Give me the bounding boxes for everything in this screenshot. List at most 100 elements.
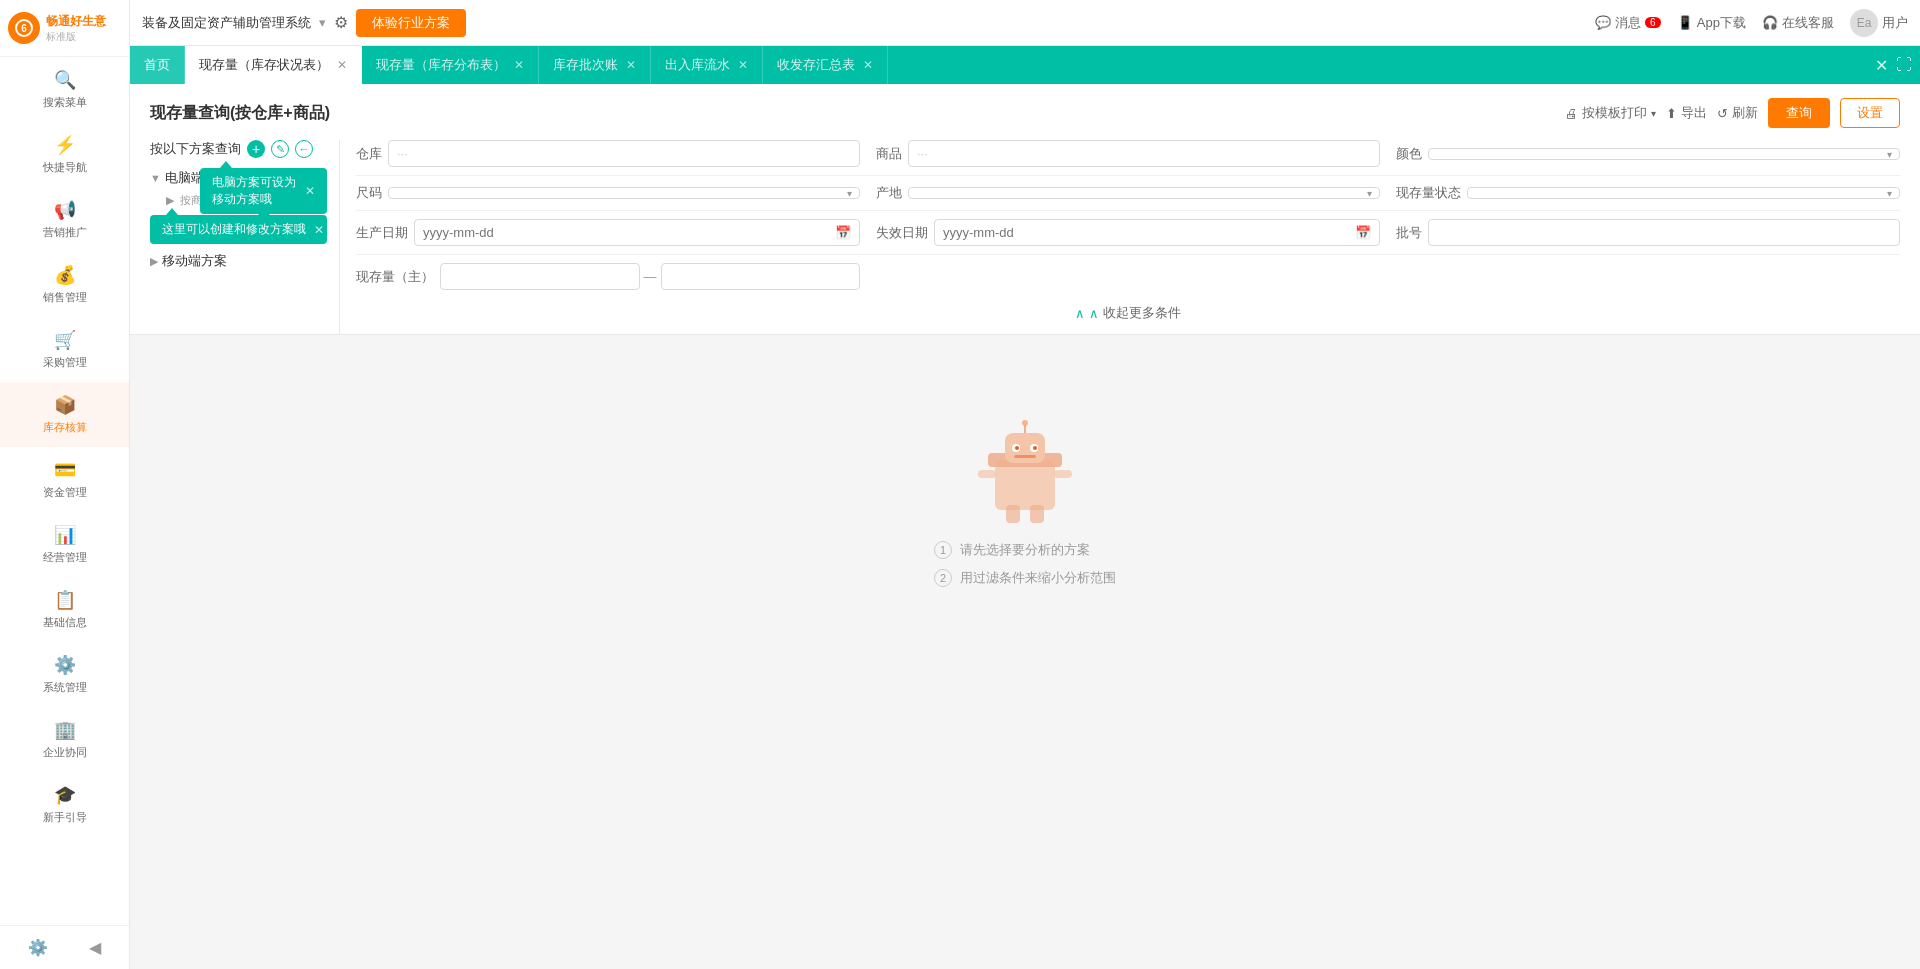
expiry-date-input[interactable] xyxy=(935,220,1347,245)
sidebar-item-search[interactable]: 🔍 搜索菜单 xyxy=(0,57,129,122)
print-icon: 🖨 xyxy=(1565,106,1578,121)
tab-batch-account[interactable]: 库存批次账 ✕ xyxy=(539,46,651,84)
page-title: 现存量查询(按仓库+商品) xyxy=(150,103,330,124)
sidebar-item-finance[interactable]: 💳 资金管理 xyxy=(0,447,129,512)
size-dropdown-icon: ▾ xyxy=(847,188,852,199)
sidebar-item-system[interactable]: ⚙️ 系统管理 xyxy=(0,642,129,707)
sidebar-item-operations[interactable]: 📊 经营管理 xyxy=(0,512,129,577)
quick-nav-icon: ⚡ xyxy=(54,134,76,156)
color-label: 颜色 xyxy=(1396,145,1422,163)
tab-collection-summary[interactable]: 收发存汇总表 ✕ xyxy=(763,46,888,84)
batch-no-label: 批号 xyxy=(1396,224,1422,242)
arrow-scheme-btn[interactable]: ← xyxy=(295,140,313,158)
mobile-scheme-header[interactable]: ▶ 移动端方案 xyxy=(150,244,327,273)
marketing-icon: 📢 xyxy=(54,199,76,221)
edit-scheme-btn[interactable]: ✎ xyxy=(271,140,289,158)
user-menu-btn[interactable]: Ea 用户 xyxy=(1850,9,1908,37)
batch-no-input[interactable] xyxy=(1428,219,1900,246)
filter-cell-stock-status: 现存量状态 ▾ xyxy=(1396,184,1900,202)
tab-fullscreen-btn[interactable]: ⛶ xyxy=(1896,56,1912,74)
stock-status-label: 现存量状态 xyxy=(1396,184,1461,202)
industry-solution-btn[interactable]: 体验行业方案 xyxy=(356,9,466,37)
svg-point-8 xyxy=(1033,446,1037,450)
production-date-calendar-icon[interactable]: 📅 xyxy=(827,225,859,240)
refresh-icon: ↺ xyxy=(1717,106,1728,121)
svg-rect-2 xyxy=(995,460,1055,510)
sidebar-item-sales[interactable]: 💰 销售管理 xyxy=(0,252,129,317)
tab-stock-status[interactable]: 现存量（库存状况表） ✕ xyxy=(185,46,362,84)
footer-settings-btn[interactable]: ⚙️ xyxy=(28,938,48,957)
stock-status-select-wrapper: ▾ xyxy=(1467,187,1900,199)
size-label: 尺码 xyxy=(356,184,382,202)
current-stock-min-input[interactable] xyxy=(440,263,640,290)
sidebar-item-purchase[interactable]: 🛒 采购管理 xyxy=(0,317,129,382)
message-btn[interactable]: 💬 消息 6 xyxy=(1595,14,1661,32)
tab-close-stock-dist[interactable]: ✕ xyxy=(514,58,524,72)
filter-row-1: 仓库 ··· 商品 ··· xyxy=(356,140,1900,176)
print-dropdown-icon: ▾ xyxy=(1651,108,1656,119)
export-btn[interactable]: ⬆ 导出 xyxy=(1666,104,1707,122)
sidebar-item-inventory[interactable]: 📦 库存核算 xyxy=(0,382,129,447)
online-support-btn[interactable]: 🎧 在线客服 xyxy=(1762,14,1834,32)
current-stock-max-input[interactable] xyxy=(661,263,861,290)
filter-header: 按以下方案查询 + ✎ ← 电脑方案可设为移动方案哦 ✕ xyxy=(150,140,327,158)
user-avatar: Ea xyxy=(1850,9,1878,37)
collapse-btn[interactable]: ∧ ∧ 收起更多条件 xyxy=(1075,304,1181,322)
app-download-btn[interactable]: 📱 App下载 xyxy=(1677,14,1746,32)
product-input[interactable]: ··· xyxy=(908,140,1380,167)
tab-close-stock-status[interactable]: ✕ xyxy=(337,58,347,72)
topbar-dropdown-icon[interactable]: ▾ xyxy=(319,15,326,30)
tooltip1-close-btn[interactable]: ✕ xyxy=(305,184,315,198)
system-icon: ⚙️ xyxy=(54,654,76,676)
tooltip2-arrow xyxy=(166,208,178,215)
filter-cell-size: 尺码 ▾ xyxy=(356,184,860,202)
filter-row-2: 尺码 ▾ 产地 ▾ xyxy=(356,176,1900,211)
color-select[interactable] xyxy=(1428,148,1900,160)
topbar-settings-icon[interactable]: ⚙ xyxy=(334,13,348,32)
sidebar-item-quick-nav[interactable]: ⚡ 快捷导航 xyxy=(0,122,129,187)
guide-icon: 🎓 xyxy=(54,784,76,806)
tab-close-inout-flow[interactable]: ✕ xyxy=(738,58,748,72)
production-date-input-wrapper: 📅 xyxy=(414,219,860,246)
sidebar-item-enterprise[interactable]: 🏢 企业协同 xyxy=(0,707,129,772)
empty-steps: 1 请先选择要分析的方案 2 用过滤条件来缩小分析范围 xyxy=(934,541,1116,587)
warehouse-input[interactable]: ··· xyxy=(388,140,860,167)
add-scheme-btn[interactable]: + xyxy=(247,140,265,158)
svg-point-11 xyxy=(1022,420,1028,426)
settings-btn[interactable]: 设置 xyxy=(1840,98,1900,128)
stock-status-select[interactable] xyxy=(1467,187,1900,199)
filter-cell-color: 颜色 ▾ xyxy=(1396,145,1900,163)
system-title: 装备及固定资产辅助管理系统 xyxy=(142,14,311,32)
origin-select-wrapper: ▾ xyxy=(908,187,1380,199)
filter-row-4: 现存量（主） — xyxy=(356,255,1900,298)
tab-close-all-btn[interactable]: ✕ xyxy=(1875,56,1888,75)
size-select[interactable] xyxy=(388,187,860,199)
svg-text:6: 6 xyxy=(21,23,27,34)
filter-form: 仓库 ··· 商品 ··· xyxy=(340,140,1900,334)
tab-stock-dist[interactable]: 现存量（库存分布表） ✕ xyxy=(362,46,539,84)
svg-point-7 xyxy=(1015,446,1019,450)
sales-icon: 💰 xyxy=(54,264,76,286)
origin-select[interactable] xyxy=(908,187,1380,199)
empty-step-2: 2 用过滤条件来缩小分析范围 xyxy=(934,569,1116,587)
sidebar-item-basic-info[interactable]: 📋 基础信息 xyxy=(0,577,129,642)
tabbar-actions: ✕ ⛶ xyxy=(1867,56,1920,75)
tooltip2-close-btn[interactable]: ✕ xyxy=(314,223,324,237)
tab-inout-flow[interactable]: 出入库流水 ✕ xyxy=(651,46,763,84)
tab-close-batch-account[interactable]: ✕ xyxy=(626,58,636,72)
footer-collapse-btn[interactable]: ◀ xyxy=(89,938,101,957)
refresh-btn[interactable]: ↺ 刷新 xyxy=(1717,104,1758,122)
expiry-date-calendar-icon[interactable]: 📅 xyxy=(1347,225,1379,240)
query-btn[interactable]: 查询 xyxy=(1768,98,1830,128)
filter-cell-batch-no: 批号 xyxy=(1396,219,1900,246)
production-date-input[interactable] xyxy=(415,220,827,245)
logo: 6 畅通好生意 标准版 xyxy=(0,0,129,57)
filter-cell-production-date: 生产日期 📅 xyxy=(356,219,860,246)
sidebar-item-guide[interactable]: 🎓 新手引导 xyxy=(0,772,129,837)
print-btn[interactable]: 🖨 按模板打印 ▾ xyxy=(1565,104,1656,122)
tab-home[interactable]: 首页 xyxy=(130,46,185,84)
filter-row-3: 生产日期 📅 失效日期 � xyxy=(356,211,1900,255)
tab-close-collection-summary[interactable]: ✕ xyxy=(863,58,873,72)
main-area: 装备及固定资产辅助管理系统 ▾ ⚙ 体验行业方案 💬 消息 6 📱 App下载 … xyxy=(130,0,1920,969)
sidebar-item-marketing[interactable]: 📢 营销推广 xyxy=(0,187,129,252)
